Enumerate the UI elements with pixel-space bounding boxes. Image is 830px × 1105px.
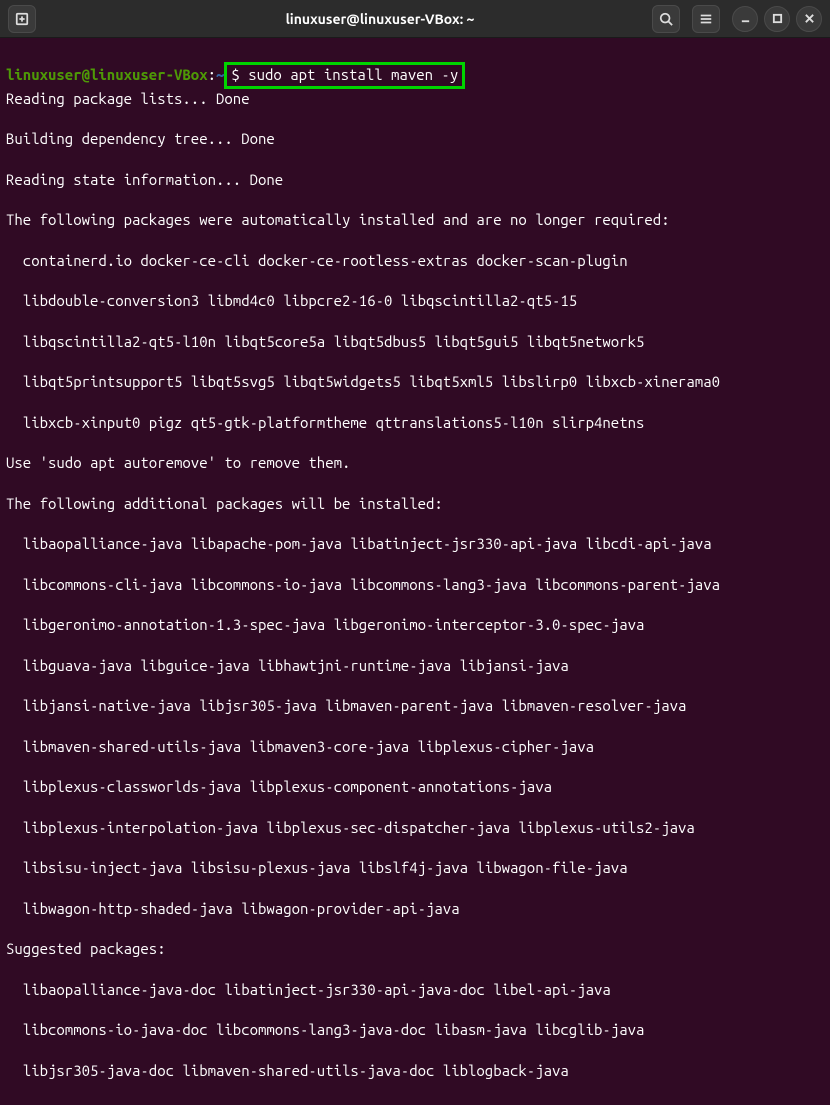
output-line: The following additional packages will b… [6, 494, 824, 514]
output-line: Use 'sudo apt autoremove' to remove them… [6, 453, 824, 473]
output-line: libgeronimo-annotation-1.3-spec-java lib… [6, 615, 824, 635]
hamburger-icon [699, 12, 713, 26]
new-tab-icon [15, 12, 29, 26]
output-line: libcommons-cli-java libcommons-io-java l… [6, 575, 824, 595]
output-line: libjansi-native-java libjsr305-java libm… [6, 696, 824, 716]
output-line: Suggested packages: [6, 939, 824, 959]
titlebar: linuxuser@linuxuser-VBox: ~ [0, 0, 830, 38]
close-icon [804, 13, 815, 24]
minimize-button[interactable] [732, 6, 758, 32]
prompt-path: ~ [216, 66, 224, 83]
output-line: The following packages were automaticall… [6, 210, 824, 230]
minimize-icon [740, 13, 751, 24]
output-line: libwagon-http-shaded-java libwagon-provi… [6, 899, 824, 919]
maximize-icon [772, 13, 783, 24]
output-line: libaopalliance-java libapache-pom-java l… [6, 534, 824, 554]
terminal-body[interactable]: linuxuser@linuxuser-VBox:~$ sudo apt ins… [0, 38, 830, 1105]
output-line: libplexus-interpolation-java libplexus-s… [6, 818, 824, 838]
output-line: Building dependency tree... Done [6, 129, 824, 149]
output-line: libguava-java libguice-java libhawtjni-r… [6, 656, 824, 676]
output-line: libqt5printsupport5 libqt5svg5 libqt5wid… [6, 372, 824, 392]
prompt-dollar: $ [231, 66, 239, 83]
new-tab-button[interactable] [8, 5, 36, 33]
search-button[interactable] [652, 5, 680, 33]
output-line: libsisu-inject-java libsisu-plexus-java … [6, 858, 824, 878]
output-line: libplexus-classworlds-java libplexus-com… [6, 777, 824, 797]
output-line: Reading state information... Done [6, 170, 824, 190]
output-line: libaopalliance-java-doc libatinject-jsr3… [6, 980, 824, 1000]
titlebar-right [622, 5, 822, 33]
output-line: libmaven-shared-utils-java libmaven3-cor… [6, 737, 824, 757]
close-button[interactable] [796, 6, 822, 32]
titlebar-left [8, 5, 138, 33]
output-line: libdouble-conversion3 libmd4c0 libpcre2-… [6, 291, 824, 311]
prompt-colon: : [208, 66, 216, 83]
output-line: libxcb-xinput0 pigz qt5-gtk-platformthem… [6, 413, 824, 433]
window-title: linuxuser@linuxuser-VBox: ~ [138, 11, 622, 27]
menu-button[interactable] [692, 5, 720, 33]
output-line: libjsr305-java-doc libmaven-shared-utils… [6, 1061, 824, 1081]
output-line: libcommons-io-java-doc libcommons-lang3-… [6, 1020, 824, 1040]
search-icon [659, 12, 673, 26]
output-line: libqscintilla2-qt5-l10n libqt5core5a lib… [6, 332, 824, 352]
command-highlight-box: $ sudo apt install maven -y [224, 62, 465, 88]
output-line: Reading package lists... Done [6, 89, 824, 109]
prompt-user: linuxuser@linuxuser-VBox [6, 66, 208, 83]
output-line: containerd.io docker-ce-cli docker-ce-ro… [6, 251, 824, 271]
command-text: sudo apt install maven -y [248, 66, 458, 83]
maximize-button[interactable] [764, 6, 790, 32]
